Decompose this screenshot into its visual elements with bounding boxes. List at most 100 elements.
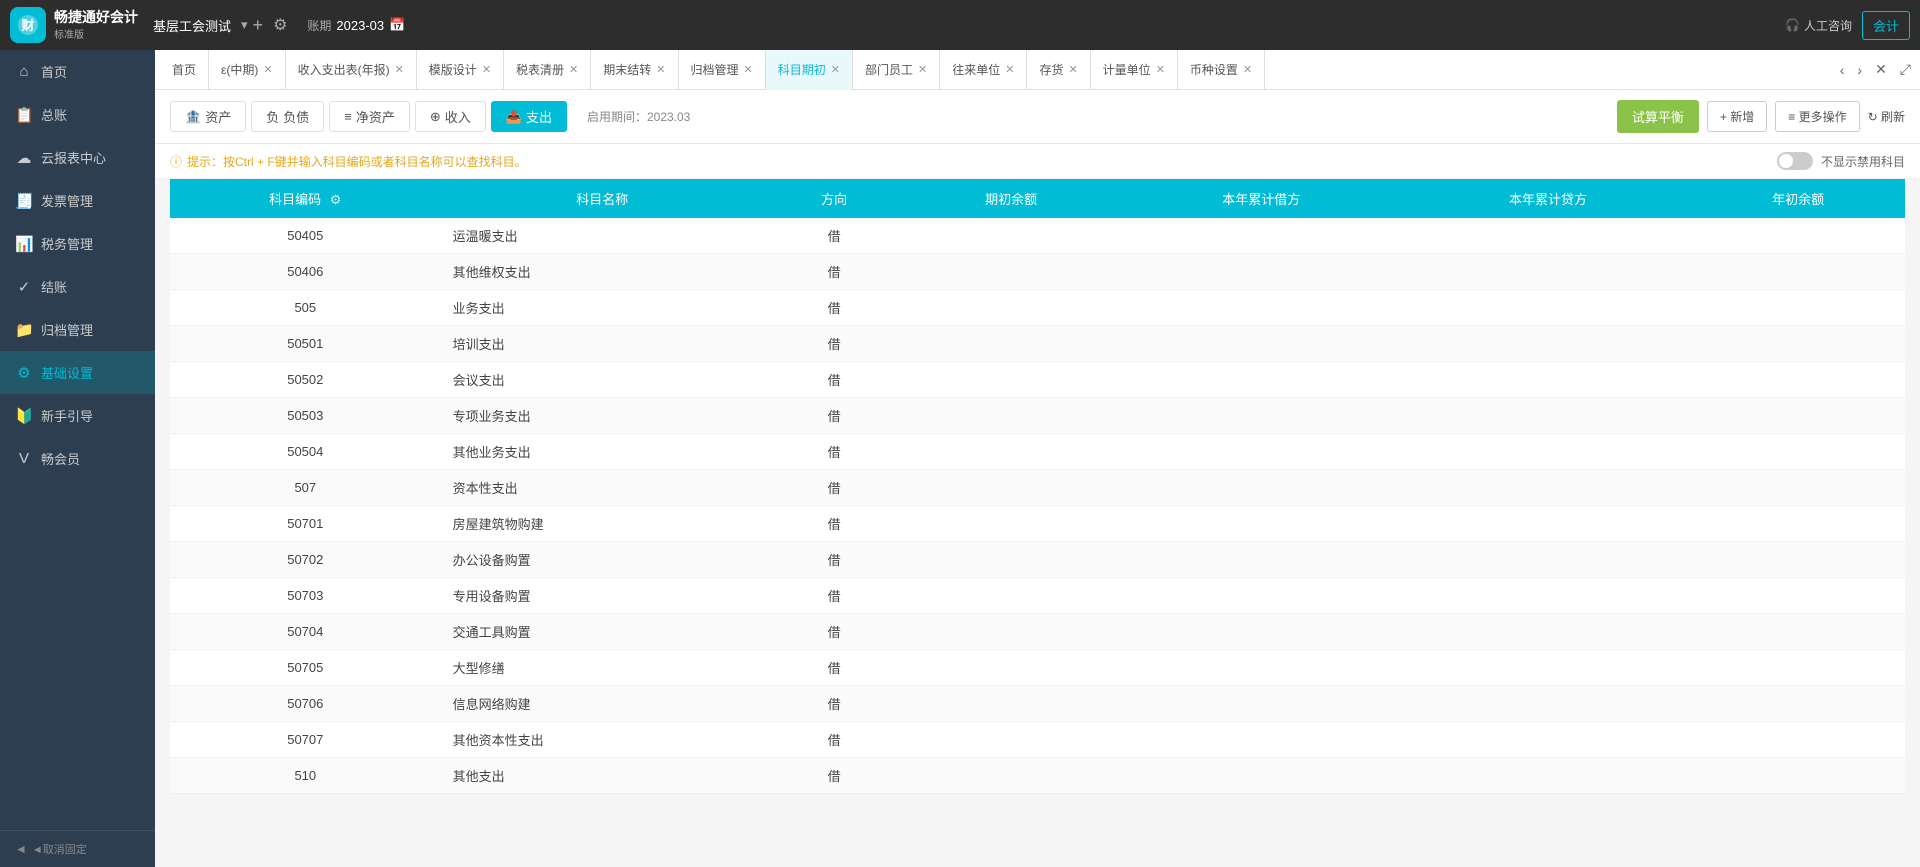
tab-close-interim[interactable]: ✕ [263,63,272,76]
more-button[interactable]: ≡ 更多操作 [1775,101,1859,132]
table-row[interactable]: 507 资本性支出 借 [170,470,1905,506]
tab-close-dept[interactable]: ✕ [918,63,927,76]
tab-template[interactable]: 模版设计 ✕ [417,50,504,90]
table-row[interactable]: 50501 培训支出 借 [170,326,1905,362]
table-row[interactable]: 50703 专用设备购置 借 [170,578,1905,614]
tab-close-income[interactable]: ✕ [395,63,404,76]
disable-toggle[interactable] [1777,152,1813,170]
workspace-dropdown-icon[interactable]: ▾ [241,17,248,33]
tab-interim[interactable]: ε(中期) ✕ [209,50,286,90]
tab-close-inventory[interactable]: ✕ [1068,63,1077,76]
table-row[interactable]: 50706 信息网络购建 借 [170,686,1905,722]
support-button[interactable]: 🎧 人工咨询 [1785,17,1852,34]
sidebar-item-cloud-report[interactable]: ☁ 云报表中心 [0,136,155,179]
member-icon: V [15,450,33,467]
cell-year-begin [1691,758,1905,794]
tab-nav-actions: ‹ › ✕ ⤢ [1836,61,1915,78]
balance-button[interactable]: 试算平衡 [1617,100,1699,133]
sub-tab-expense[interactable]: 📤 支出 [491,101,567,132]
cell-code: 50703 [170,578,441,614]
table-row[interactable]: 505 业务支出 借 [170,290,1905,326]
sidebar-item-invoice[interactable]: 🧾 发票管理 [0,179,155,222]
tab-currency[interactable]: 币种设置 ✕ [1178,50,1265,90]
cell-year-begin [1691,542,1905,578]
account-button[interactable]: 会计 [1862,11,1910,40]
tab-maximize-button[interactable]: ⤢ [1896,61,1915,78]
cell-direction: 借 [764,326,905,362]
workspace-settings-button[interactable]: ⚙ [273,15,287,35]
tab-close-period-end[interactable]: ✕ [656,63,665,76]
cell-ytd-debit [1118,686,1405,722]
tab-close-template[interactable]: ✕ [482,63,491,76]
tab-close-archive[interactable]: ✕ [744,63,753,76]
sub-tab-net-asset[interactable]: ≡ 净资产 [329,101,410,132]
tab-archive[interactable]: 归档管理 ✕ [679,50,766,90]
tab-unit[interactable]: 计量单位 ✕ [1091,50,1178,90]
tab-next-button[interactable]: › [1853,62,1866,78]
tab-close-tax[interactable]: ✕ [569,63,578,76]
ledger-icon: 📋 [15,106,33,124]
calendar-icon[interactable]: 📅 [389,17,405,33]
cell-direction: 借 [764,758,905,794]
sub-tab-liability[interactable]: 负 负债 [251,101,324,132]
table-row[interactable]: 50406 其他维权支出 借 [170,254,1905,290]
income-icon: ⊕ [430,109,441,125]
sidebar-item-tax[interactable]: 📊 税务管理 [0,222,155,265]
cell-name: 培训支出 [441,326,764,362]
tab-close-all-button[interactable]: ✕ [1871,61,1891,78]
cell-year-begin [1691,722,1905,758]
tab-close-contacts[interactable]: ✕ [1005,63,1014,76]
tab-period-end[interactable]: 期末结转 ✕ [591,50,678,90]
tab-income[interactable]: 收入支出表(年报) ✕ [286,50,417,90]
sidebar-collapse-button[interactable]: ◄ ◄取消固定 [0,830,155,867]
sidebar-item-checkout[interactable]: ✓ 结账 [0,265,155,308]
table-row[interactable]: 50705 大型修缮 借 [170,650,1905,686]
add-button[interactable]: + 新增 [1707,101,1767,132]
tab-dept[interactable]: 部门员工 ✕ [853,50,940,90]
table-row[interactable]: 50707 其他资本性支出 借 [170,722,1905,758]
tab-close-subject-init[interactable]: ✕ [831,63,840,76]
refresh-button[interactable]: ↻ 刷新 [1868,108,1905,125]
table-row[interactable]: 510 其他支出 借 [170,758,1905,794]
cell-period-balance [904,326,1118,362]
tab-inventory[interactable]: 存货 ✕ [1027,50,1090,90]
tab-close-currency[interactable]: ✕ [1243,63,1252,76]
tax-icon: 📊 [15,235,33,253]
cell-direction: 借 [764,470,905,506]
tab-prev-button[interactable]: ‹ [1836,62,1849,78]
add-workspace-button[interactable]: + [253,15,264,36]
logo-icon: 财 [10,7,46,43]
sidebar-item-archive[interactable]: 📁 归档管理 [0,308,155,351]
sidebar-item-ledger[interactable]: 📋 总账 [0,93,155,136]
col-period-balance: 期初余额 [904,179,1118,218]
col-settings-icon[interactable]: ⚙ [330,192,342,207]
table-row[interactable]: 50702 办公设备购置 借 [170,542,1905,578]
tab-tax[interactable]: 税表清册 ✕ [504,50,591,90]
sub-tab-asset[interactable]: 🏦 资产 [170,101,246,132]
table-row[interactable]: 50704 交通工具购置 借 [170,614,1905,650]
tab-close-unit[interactable]: ✕ [1156,63,1165,76]
table-row[interactable]: 50405 运温暖支出 借 [170,218,1905,254]
table-row[interactable]: 50503 专项业务支出 借 [170,398,1905,434]
archive-icon: 📁 [15,321,33,339]
cell-ytd-credit [1405,362,1692,398]
sub-tab-income[interactable]: ⊕ 收入 [415,101,486,132]
col-name: 科目名称 [441,179,764,218]
cell-period-balance [904,506,1118,542]
content-area: 首页 ε(中期) ✕ 收入支出表(年报) ✕ 模版设计 ✕ 税表清册 ✕ [155,50,1920,867]
workspace-name: 基层工会测试 [153,16,231,35]
sidebar-item-basic-settings[interactable]: ⚙ 基础设置 [0,351,155,394]
sidebar-item-member[interactable]: V 畅会员 [0,437,155,480]
tab-home[interactable]: 首页 [160,50,209,90]
cell-name: 交通工具购置 [441,614,764,650]
cell-code: 50704 [170,614,441,650]
sidebar-item-new-guide[interactable]: 🔰 新手引导 [0,394,155,437]
cell-period-balance [904,686,1118,722]
sidebar-item-home[interactable]: ⌂ 首页 [0,50,155,93]
table-row[interactable]: 50502 会议支出 借 [170,362,1905,398]
table-row[interactable]: 50504 其他业务支出 借 [170,434,1905,470]
tab-subject-init[interactable]: 科目期初 ✕ [766,50,853,90]
tab-contacts[interactable]: 往来单位 ✕ [940,50,1027,90]
cell-name: 会议支出 [441,362,764,398]
table-row[interactable]: 50701 房屋建筑物购建 借 [170,506,1905,542]
